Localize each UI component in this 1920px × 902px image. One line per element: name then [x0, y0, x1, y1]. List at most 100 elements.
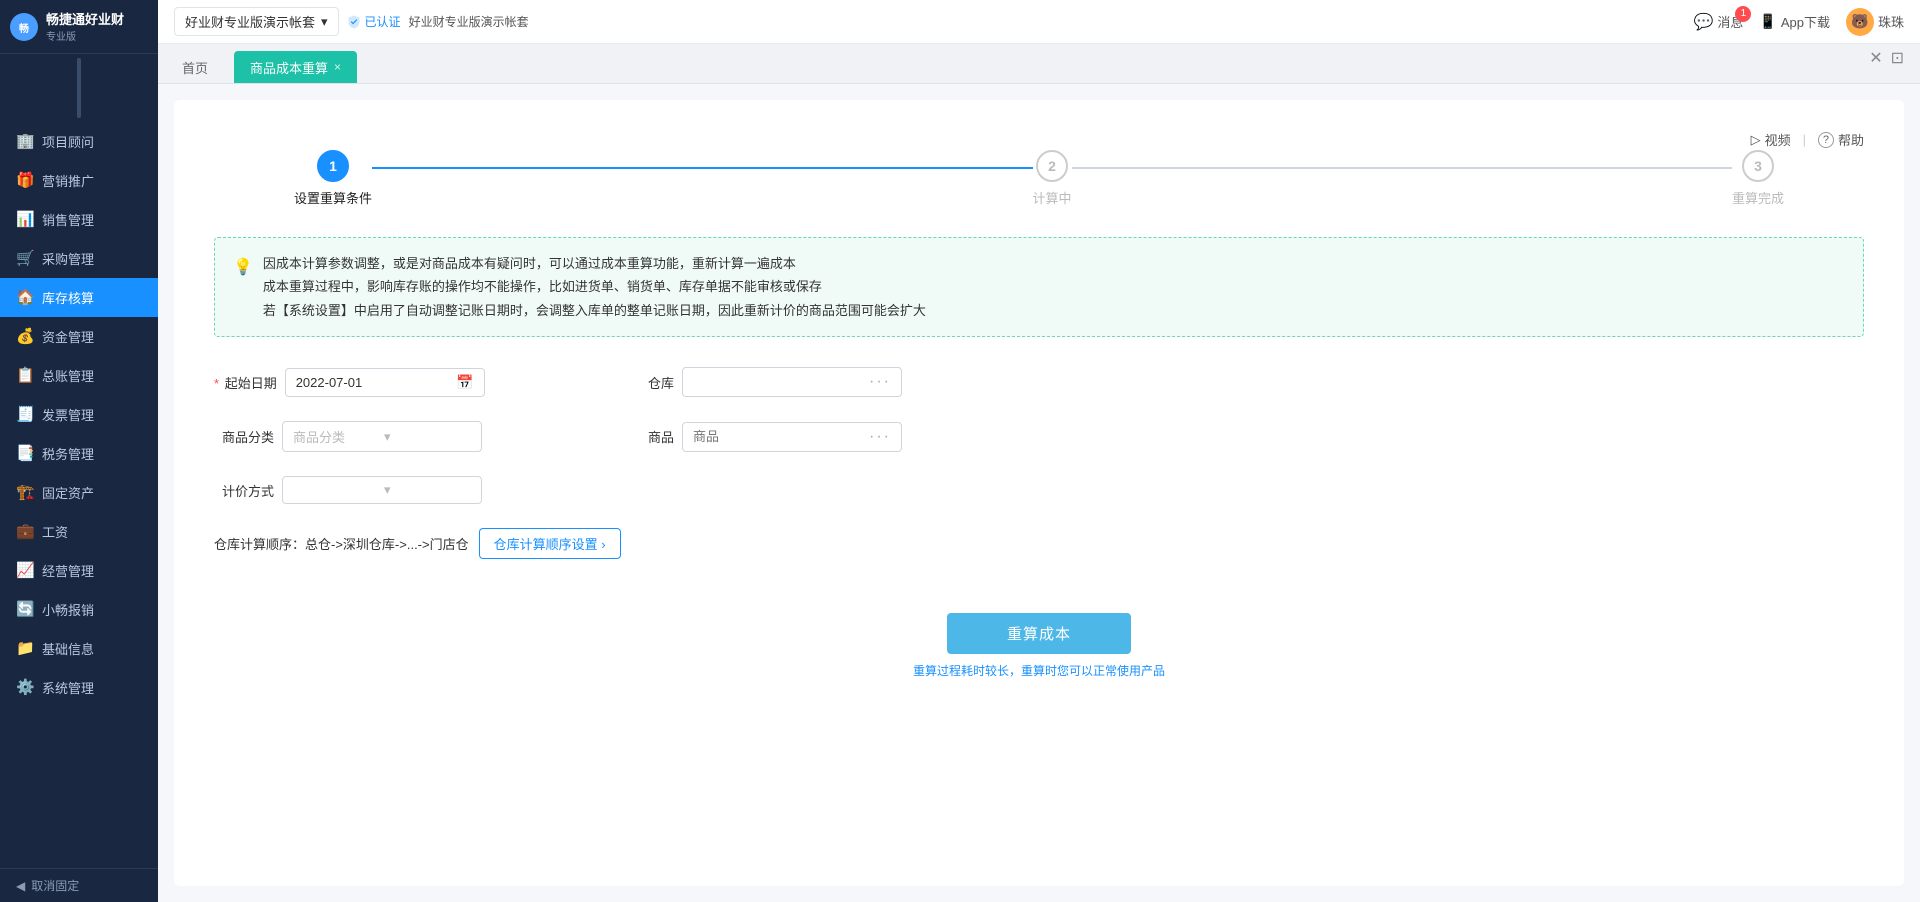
- sidebar-item-salary[interactable]: 💼 工资: [0, 512, 158, 551]
- sidebar-item-invoice[interactable]: 🧾 发票管理: [0, 395, 158, 434]
- pricing-chevron-icon: ▾: [384, 482, 471, 498]
- pricing-field: 计价方式 ▾: [214, 476, 594, 504]
- warehouse-order-row: 仓库计算顺序：总仓->深圳仓库->...->门店仓 仓库计算顺序设置 ›: [214, 528, 1864, 559]
- operations-icon: 📈: [16, 561, 34, 579]
- pricing-label: 计价方式: [214, 481, 274, 500]
- sidebar-item-accounting[interactable]: 📋 总账管理: [0, 356, 158, 395]
- warehouse-order-text: 仓库计算顺序：总仓->深圳仓库->...->门店仓: [214, 534, 469, 553]
- category-select[interactable]: 商品分类 ▾: [282, 421, 482, 452]
- goods-input-wrapper[interactable]: ···: [682, 422, 902, 452]
- sidebar-item-inventory[interactable]: 🏠 库存核算: [0, 278, 158, 317]
- step-3-label: 重算完成: [1732, 188, 1784, 207]
- form-row-2: 商品分类 商品分类 ▾ 商品 ···: [214, 421, 1864, 452]
- sales-icon: 📊: [16, 210, 34, 228]
- account-name: 好业财专业版演示帐套: [185, 12, 315, 31]
- tax-icon: 📑: [16, 444, 34, 462]
- warehouse-dots-icon[interactable]: ···: [869, 373, 891, 391]
- goods-dots-icon[interactable]: ···: [869, 428, 891, 446]
- step-1-label: 设置重算条件: [294, 188, 372, 207]
- sidebar-item-tax[interactable]: 📑 税务管理: [0, 434, 158, 473]
- form-row-3: 计价方式 ▾: [214, 476, 1864, 504]
- pricing-select[interactable]: ▾: [282, 476, 482, 504]
- goods-label: 商品: [614, 427, 674, 446]
- unpin-label: 取消固定: [31, 877, 79, 894]
- form-row-1: * 起始日期 📅 仓库 ···: [214, 367, 1864, 397]
- sidebar-item-label: 采购管理: [42, 249, 94, 268]
- info-line-3: 若【系统设置】中启用了自动调整记账日期时，会调整入库单的整单记账日期，因此重新计…: [263, 299, 926, 322]
- recalc-button[interactable]: 重算成本: [947, 613, 1131, 654]
- sidebar-item-project[interactable]: 🏢 项目顾问: [0, 122, 158, 161]
- close-window-button[interactable]: ✕: [1869, 48, 1882, 68]
- start-date-field: * 起始日期 📅: [214, 368, 594, 397]
- start-date-input[interactable]: [296, 375, 453, 390]
- sidebar-item-label: 固定资产: [42, 483, 94, 502]
- sidebar-item-marketing[interactable]: 🎁 营销推广: [0, 161, 158, 200]
- marketing-icon: 🎁: [16, 171, 34, 189]
- sidebar-item-label: 项目顾问: [42, 132, 94, 151]
- warehouse-input[interactable]: [693, 375, 869, 390]
- sidebar-item-purchase[interactable]: 🛒 采购管理: [0, 239, 158, 278]
- warehouse-input-wrapper[interactable]: ···: [682, 367, 902, 397]
- sidebar-item-label: 发票管理: [42, 405, 94, 424]
- recalc-section: 重算成本 重算过程耗时较长，重算时您可以正常使用产品: [214, 613, 1864, 679]
- sidebar-item-operations[interactable]: 📈 经营管理: [0, 551, 158, 590]
- sidebar-item-finance[interactable]: 💰 资金管理: [0, 317, 158, 356]
- step-1-circle: 1: [317, 150, 349, 182]
- category-chevron-icon: ▾: [384, 429, 471, 445]
- category-field: 商品分类 商品分类 ▾: [214, 421, 594, 452]
- sidebar-item-sales[interactable]: 📊 销售管理: [0, 200, 158, 239]
- info-line-1: 因成本计算参数调整，或是对商品成本有疑问时，可以通过成本重算功能，重新计算一遍成…: [263, 252, 926, 275]
- goods-input[interactable]: [693, 429, 869, 444]
- app-download-label: App下载: [1781, 12, 1830, 31]
- purchase-icon: 🛒: [16, 249, 34, 267]
- inventory-icon: 🏠: [16, 288, 34, 306]
- window-controls: ✕ ⊡: [1869, 48, 1904, 68]
- app-logo: 畅: [10, 13, 38, 41]
- step-line-2: [1072, 167, 1732, 169]
- recalc-hint: 重算过程耗时较长，重算时您可以正常使用产品: [214, 662, 1864, 679]
- app-subtitle: 专业版: [46, 28, 124, 43]
- salary-icon: 💼: [16, 522, 34, 540]
- user-menu[interactable]: 🐻 珠珠: [1846, 8, 1904, 36]
- unpin-icon: ◀: [16, 879, 25, 893]
- app-download-button[interactable]: 📱 App下载: [1759, 12, 1830, 31]
- sidebar-item-system[interactable]: ⚙️ 系统管理: [0, 668, 158, 707]
- sidebar-item-label: 资金管理: [42, 327, 94, 346]
- warehouse-field: 仓库 ···: [614, 367, 994, 397]
- tab-home[interactable]: 首页: [166, 51, 224, 83]
- steps-section: 1 设置重算条件 2 计算中 3 重算完成: [214, 130, 1864, 217]
- message-icon: 💬: [1693, 12, 1713, 32]
- sidebar-unpin-button[interactable]: ◀ 取消固定: [0, 868, 158, 902]
- invoice-icon: 🧾: [16, 405, 34, 423]
- info-box: 💡 因成本计算参数调整，或是对商品成本有疑问时，可以通过成本重算功能，重新计算一…: [214, 237, 1864, 337]
- message-button[interactable]: 💬 1 消息: [1693, 12, 1743, 32]
- info-text: 因成本计算参数调整，或是对商品成本有疑问时，可以通过成本重算功能，重新计算一遍成…: [263, 252, 926, 322]
- sidebar-item-assets[interactable]: 🏗️ 固定资产: [0, 473, 158, 512]
- step-line-1: [372, 167, 1032, 169]
- expand-window-button[interactable]: ⊡: [1891, 48, 1904, 68]
- tab-close-icon[interactable]: ×: [334, 60, 341, 74]
- sidebar-item-label: 营销推广: [42, 171, 94, 190]
- topbar: 好业财专业版演示帐套 ▾ 已认证 好业财专业版演示帐套 💬 1 消息 📱 App…: [158, 0, 1920, 44]
- main-area: 好业财专业版演示帐套 ▾ 已认证 好业财专业版演示帐套 💬 1 消息 📱 App…: [158, 0, 1920, 902]
- category-placeholder: 商品分类: [293, 427, 380, 446]
- verified-account: 好业财专业版演示帐套: [409, 13, 529, 30]
- accounting-icon: 📋: [16, 366, 34, 384]
- sidebar-header: 畅 畅捷通好业财 专业版: [0, 0, 158, 54]
- warehouse-label: 仓库: [614, 373, 674, 392]
- sidebar-item-basic[interactable]: 📁 基础信息: [0, 629, 158, 668]
- project-icon: 🏢: [16, 132, 34, 150]
- form-section: * 起始日期 📅 仓库 ···: [214, 357, 1864, 593]
- sidebar-item-label: 系统管理: [42, 678, 94, 697]
- start-date-input-wrapper[interactable]: 📅: [285, 368, 485, 397]
- tab-cost-recalc[interactable]: 商品成本重算 ×: [234, 51, 357, 83]
- step-2-circle: 2: [1036, 150, 1068, 182]
- warehouse-order-btn[interactable]: 仓库计算顺序设置 ›: [479, 528, 621, 559]
- account-selector[interactable]: 好业财专业版演示帐套 ▾: [174, 7, 339, 36]
- avatar: 🐻: [1846, 8, 1874, 36]
- tabbar: 首页 商品成本重算 × ✕ ⊡: [158, 44, 1920, 84]
- sidebar-item-expense[interactable]: 🔄 小畅报销: [0, 590, 158, 629]
- step-1: 1 设置重算条件: [294, 150, 372, 207]
- start-date-label: * 起始日期: [214, 373, 277, 392]
- calendar-icon[interactable]: 📅: [456, 374, 473, 391]
